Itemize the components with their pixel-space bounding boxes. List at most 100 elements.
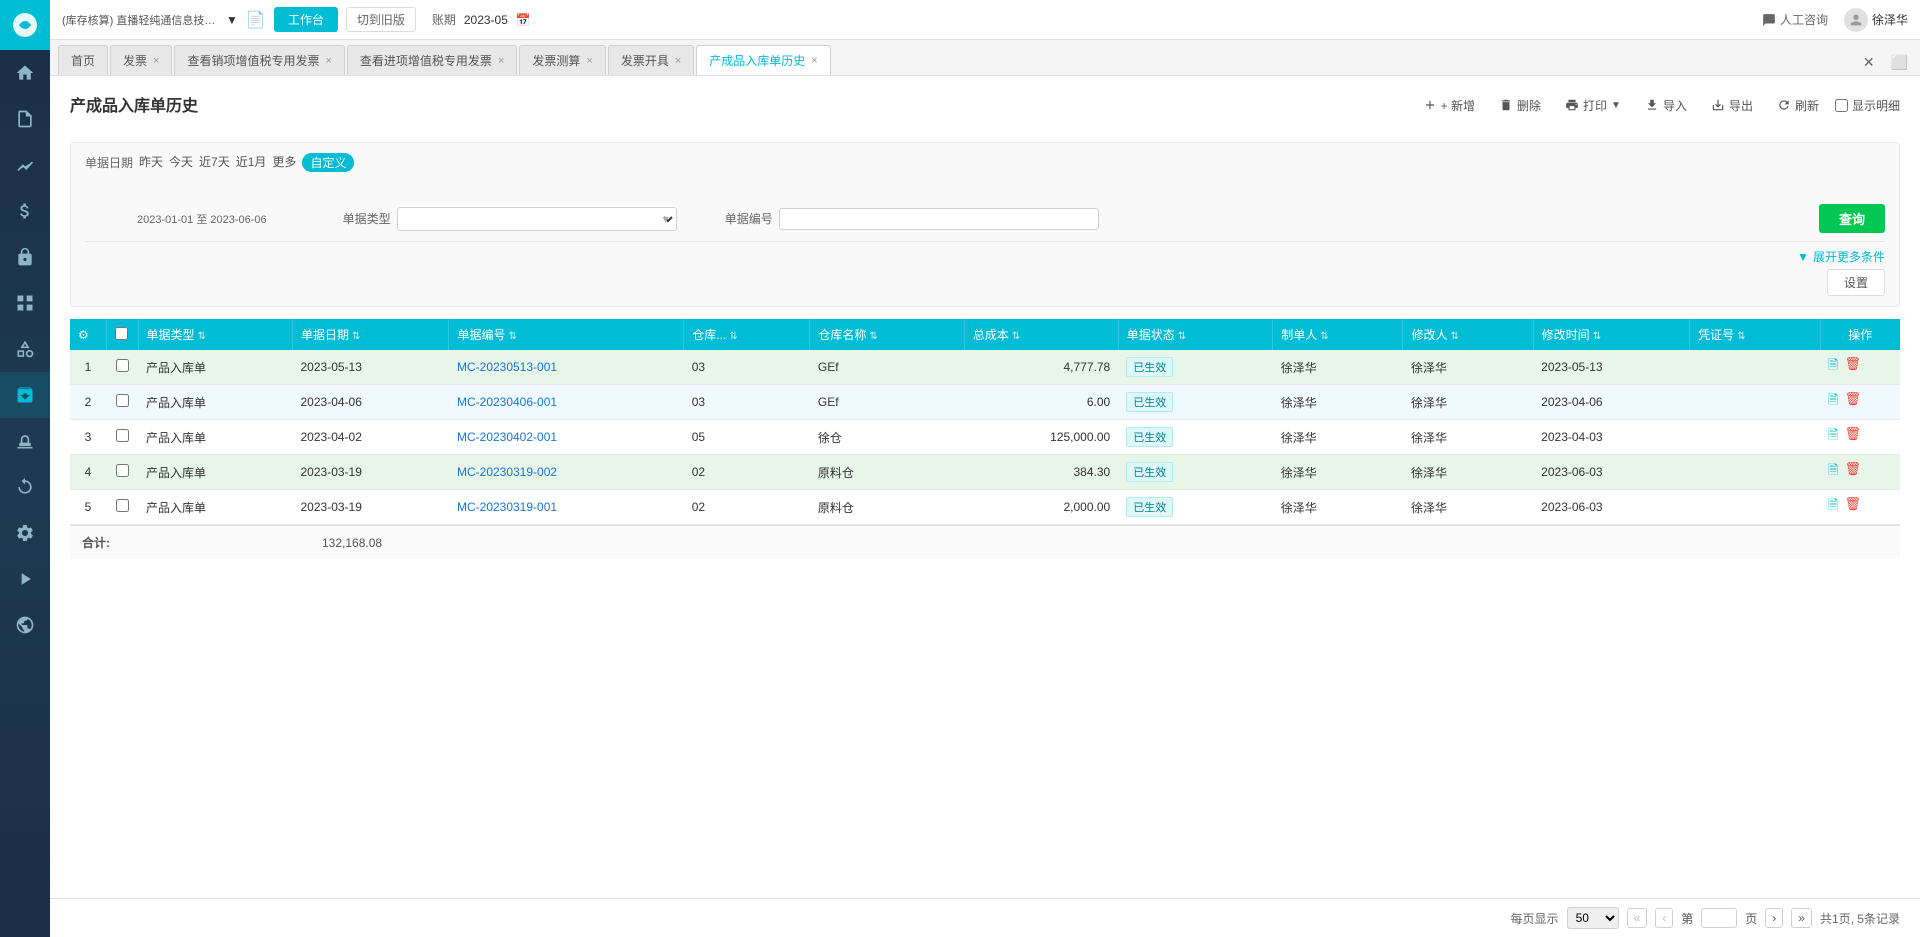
row-checkbox-cell[interactable]	[106, 350, 138, 385]
row-number[interactable]: MC-20230319-002	[449, 455, 684, 490]
col-modify-time[interactable]: 修改时间⇅	[1533, 319, 1689, 350]
user-info[interactable]: 徐泽华	[1844, 8, 1908, 32]
calendar-icon[interactable]: 📅	[516, 13, 531, 27]
col-settings-icon-header[interactable]: ⚙	[70, 319, 106, 350]
sidebar-item-stamp[interactable]	[0, 418, 50, 464]
more-link[interactable]: 更多	[272, 153, 296, 172]
tab-invoice-open[interactable]: 发票开具 ×	[608, 45, 694, 75]
row-checkbox-cell[interactable]	[106, 455, 138, 490]
workbench-button[interactable]: 工作台	[274, 7, 338, 32]
row-number-link[interactable]: MC-20230319-001	[457, 500, 557, 514]
tab-product-inbound[interactable]: 产成品入库单历史 ×	[696, 45, 830, 75]
number-filter-input[interactable]	[779, 208, 1099, 230]
sidebar-item-refresh[interactable]	[0, 464, 50, 510]
row-number-link[interactable]: MC-20230513-001	[457, 360, 557, 374]
sidebar-item-money[interactable]	[0, 188, 50, 234]
col-status[interactable]: 单据状态⇅	[1118, 319, 1273, 350]
tab-purchase-invoice[interactable]: 查看进项增值税专用发票 ×	[347, 45, 517, 75]
edit-icon[interactable]: 🗎	[1828, 356, 1838, 378]
row-number-link[interactable]: MC-20230402-001	[457, 430, 557, 444]
maximize-button[interactable]: ⬜	[1887, 52, 1912, 73]
expand-filter-button[interactable]: ▼ 展开更多条件	[1797, 248, 1885, 265]
col-warehouse-code[interactable]: 仓库...⇅	[684, 319, 810, 350]
company-selector[interactable]: (库存核算) 直播轻纯通信息技术股份... ▼	[62, 12, 238, 28]
tab-product-inbound-close[interactable]: ×	[811, 55, 817, 67]
col-warehouse-name[interactable]: 仓库名称⇅	[810, 319, 965, 350]
export-button[interactable]: 导出	[1703, 93, 1761, 118]
delete-button[interactable]: 删除	[1491, 93, 1549, 118]
row-number[interactable]: MC-20230513-001	[449, 350, 684, 385]
refresh-button[interactable]: 刷新	[1769, 93, 1827, 118]
col-number[interactable]: 单据编号⇅	[449, 319, 684, 350]
row-checkbox-cell[interactable]	[106, 385, 138, 420]
sidebar-item-chart[interactable]	[0, 142, 50, 188]
show-detail-toggle[interactable]: 显示明细	[1835, 97, 1900, 114]
select-all-header[interactable]	[106, 319, 138, 350]
row-checkbox[interactable]	[116, 394, 129, 407]
tab-invoice[interactable]: 发票 ×	[110, 45, 172, 75]
print-button[interactable]: 打印 ▼	[1557, 93, 1629, 118]
tab-invoice-calc-close[interactable]: ×	[586, 55, 592, 67]
switch-version-button[interactable]: 切到旧版	[346, 7, 416, 32]
col-modifier[interactable]: 修改人⇅	[1403, 319, 1533, 350]
tab-invoice-open-close[interactable]: ×	[675, 55, 681, 67]
select-all-checkbox[interactable]	[115, 327, 128, 340]
today-link[interactable]: 今天	[169, 153, 193, 172]
col-type[interactable]: 单据类型⇅	[138, 319, 293, 350]
delete-icon[interactable]: 🗑	[1844, 461, 1861, 483]
sidebar-item-settings2[interactable]	[0, 510, 50, 556]
row-checkbox-cell[interactable]	[106, 420, 138, 455]
type-filter-select[interactable]	[397, 207, 677, 231]
sidebar-item-version[interactable]	[0, 602, 50, 648]
row-checkbox[interactable]	[116, 429, 129, 442]
edit-icon[interactable]: 🗎	[1828, 391, 1838, 413]
yesterday-link[interactable]: 昨天	[139, 153, 163, 172]
row-checkbox[interactable]	[116, 359, 129, 372]
col-date[interactable]: 单据日期⇅	[293, 319, 449, 350]
row-number[interactable]: MC-20230319-001	[449, 490, 684, 525]
col-voucher[interactable]: 凭证号⇅	[1690, 319, 1820, 350]
row-checkbox[interactable]	[116, 464, 129, 477]
sidebar-item-home[interactable]	[0, 50, 50, 96]
sidebar-item-document[interactable]	[0, 96, 50, 142]
edit-icon[interactable]: 🗎	[1828, 426, 1838, 448]
last-page-button[interactable]: »	[1791, 908, 1812, 928]
delete-icon[interactable]: 🗑	[1844, 356, 1861, 378]
first-page-button[interactable]: «	[1627, 908, 1648, 928]
col-total-cost[interactable]: 总成本⇅	[964, 319, 1118, 350]
row-number-link[interactable]: MC-20230319-002	[457, 465, 557, 479]
delete-icon[interactable]: 🗑	[1844, 391, 1861, 413]
row-checkbox-cell[interactable]	[106, 490, 138, 525]
delete-icon[interactable]: 🗑	[1844, 426, 1861, 448]
delete-icon[interactable]: 🗑	[1844, 496, 1861, 518]
print-dropdown-icon[interactable]: ▼	[1611, 100, 1621, 111]
col-creator[interactable]: 制单人⇅	[1273, 319, 1403, 350]
edit-icon[interactable]: 🗎	[1828, 496, 1838, 518]
query-button[interactable]: 查询	[1819, 204, 1885, 233]
row-checkbox[interactable]	[116, 499, 129, 512]
month-link[interactable]: 近1月	[236, 153, 267, 172]
show-detail-checkbox[interactable]	[1835, 99, 1848, 112]
tab-invoice-calc[interactable]: 发票测算 ×	[519, 45, 605, 75]
row-number[interactable]: MC-20230406-001	[449, 385, 684, 420]
prev-page-button[interactable]: ‹	[1655, 908, 1673, 928]
tab-sales-invoice[interactable]: 查看销项增值税专用发票 ×	[174, 45, 344, 75]
week-link[interactable]: 近7天	[199, 153, 230, 172]
sidebar-item-category[interactable]	[0, 326, 50, 372]
next-page-button[interactable]: ›	[1765, 908, 1783, 928]
sidebar-item-grid[interactable]	[0, 280, 50, 326]
tab-purchase-invoice-close[interactable]: ×	[498, 55, 504, 67]
tab-sales-invoice-close[interactable]: ×	[325, 55, 331, 67]
sidebar-item-box[interactable]	[0, 372, 50, 418]
company-dropdown-icon[interactable]: ▼	[226, 13, 238, 27]
close-all-tabs-button[interactable]: ✕	[1859, 52, 1879, 73]
tab-home[interactable]: 首页	[58, 45, 108, 75]
set-button[interactable]: 设置	[1827, 269, 1885, 296]
new-button[interactable]: + 新增	[1415, 93, 1483, 118]
help-service[interactable]: 人工咨询	[1762, 11, 1828, 28]
import-button[interactable]: 导入	[1637, 93, 1695, 118]
sidebar-item-lock[interactable]	[0, 234, 50, 280]
tab-invoice-close[interactable]: ×	[153, 55, 159, 67]
custom-link[interactable]: 自定义	[302, 153, 354, 172]
edit-icon[interactable]: 🗎	[1828, 461, 1838, 483]
